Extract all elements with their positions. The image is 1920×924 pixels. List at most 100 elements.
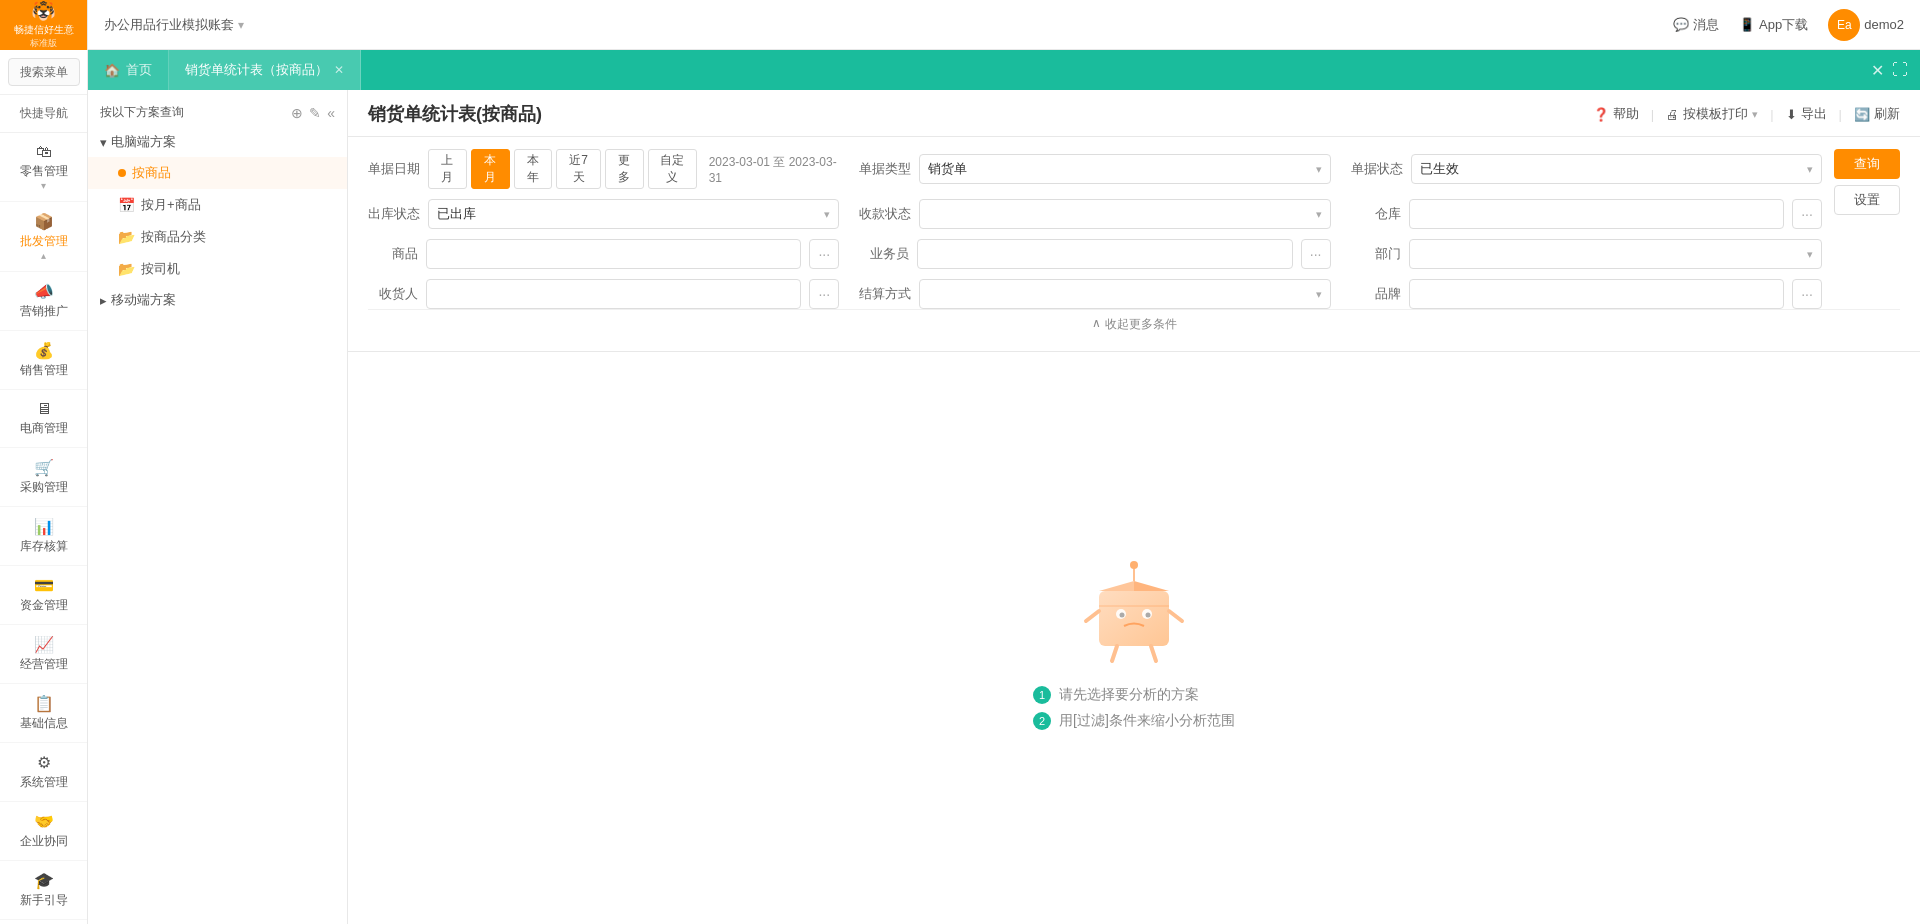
by-cashier-icon: 📂 [118,261,135,277]
receipt-status-select[interactable]: ▾ [919,199,1330,229]
scheme-item-by-cashier[interactable]: 📂 按司机 [88,253,347,285]
date-buttons: 上月 本月 本年 近7天 更多 自定义 [428,149,697,189]
refresh-button[interactable]: 🔄 刷新 [1854,105,1900,123]
topbar-right: 💬 消息 📱 App下载 Ea demo2 [1673,9,1904,41]
message-button[interactable]: 💬 消息 [1673,16,1719,34]
scheme-item-by-product[interactable]: 按商品 [88,157,347,189]
date-btn-custom[interactable]: 自定义 [648,149,697,189]
sidebar-item-finance[interactable]: 💳 资金管理 [0,566,87,625]
sidebar: 🐯 畅捷信好生意 标准版 搜索菜单 快捷导航 🛍 零售管理 ▾ 📦 批发管理 ▴… [0,0,88,924]
out-status-select[interactable]: 已出库 ▾ [428,199,839,229]
recipient-ellipsis[interactable]: ··· [809,279,839,309]
sidebar-item-basic[interactable]: 📋 基础信息 [0,684,87,743]
sep2: | [1770,107,1773,122]
recipient-input[interactable] [426,279,801,309]
sidebar-item-inventory[interactable]: 📊 库存核算 [0,507,87,566]
doc-type-field: 单据类型 销货单 ▾ [859,154,1330,184]
panel-header: 按以下方案查询 ⊕ ✎ « [88,98,347,127]
logo-icon: 🐯 [31,1,56,21]
collapse-label: 收起更多条件 [1105,316,1177,333]
avatar: Ea [1828,9,1860,41]
mobile-group-arrow: ▸ [100,293,107,308]
panel-add-button[interactable]: ⊕ [291,105,303,121]
doc-type-arrow: ▾ [1316,163,1322,176]
wholesale-label: 批发管理 [20,233,68,250]
filter-row-3: 商品 ··· 业务员 ··· [368,239,1822,269]
svg-line-11 [1169,611,1182,621]
print-button[interactable]: 🖨 按模板打印 ▾ [1666,105,1758,123]
sidebar-item-system[interactable]: ⚙ 系统管理 [0,743,87,802]
brand-ellipsis[interactable]: ··· [1792,279,1822,309]
panel-collapse-button[interactable]: « [327,105,335,121]
department-select[interactable]: ▾ [1409,239,1822,269]
tab-sales-stats[interactable]: 销货单统计表（按商品） ✕ [169,50,361,90]
sidebar-item-retail[interactable]: 🛍 零售管理 ▾ [0,133,87,202]
logo-subtext: 标准版 [30,37,57,50]
brand-control: ··· [1409,279,1822,309]
collapse-arrow: ∧ [1092,316,1101,333]
payment-select[interactable]: ▾ [919,279,1330,309]
sidebar-item-ecommerce[interactable]: 🖥 电商管理 [0,390,87,448]
settings-button[interactable]: 设置 [1834,185,1900,215]
sidebar-item-apps[interactable]: 🔲 应用中心 [0,920,87,924]
marketing-icon: 📣 [34,282,54,301]
product-input[interactable] [426,239,801,269]
collapse-row[interactable]: ∧ 收起更多条件 [368,309,1900,339]
brand-label: 品牌 [1351,285,1401,303]
search-menu-button[interactable]: 搜索菜单 [8,58,80,86]
sidebar-item-sales[interactable]: 💰 销售管理 [0,331,87,390]
date-btn-this-month[interactable]: 本月 [471,149,510,189]
doc-status-value: 已生效 [1420,160,1459,178]
doc-status-label: 单据状态 [1351,160,1403,178]
wholesale-expand-arrow: ▴ [41,250,46,261]
home-icon: 🏠 [104,63,120,78]
scheme-group-mobile-header[interactable]: ▸ 移动端方案 [88,285,347,315]
out-status-control: 已出库 ▾ [428,199,839,229]
scheme-item-product-category[interactable]: 📂 按商品分类 [88,221,347,253]
tab-home[interactable]: 🏠 首页 [88,50,169,90]
date-btn-7days[interactable]: 近7天 [556,149,601,189]
date-btn-this-year[interactable]: 本年 [514,149,553,189]
doc-status-select[interactable]: 已生效 ▾ [1411,154,1822,184]
product-control: ··· [426,239,839,269]
sidebar-item-enterprise[interactable]: 🤝 企业协同 [0,802,87,861]
brand-input[interactable] [1409,279,1784,309]
topbar-title-arrow[interactable]: ▾ [238,18,244,32]
warehouse-ellipsis[interactable]: ··· [1792,199,1822,229]
doc-type-select[interactable]: 销货单 ▾ [919,154,1330,184]
tab-maximize-button[interactable]: ⛶ [1892,61,1908,79]
sidebar-item-newbie[interactable]: 🎓 新手引导 [0,861,87,920]
purchase-icon: 🛒 [34,458,54,477]
query-button[interactable]: 查询 [1834,149,1900,179]
salesperson-ellipsis[interactable]: ··· [1301,239,1331,269]
warehouse-input[interactable] [1409,199,1784,229]
date-btn-last-month[interactable]: 上月 [428,149,467,189]
logo-text: 畅捷信好生意 [14,23,74,37]
sidebar-item-wholesale[interactable]: 📦 批发管理 ▴ [0,202,87,272]
by-product-label: 按商品 [132,164,171,182]
mobile-group-label: 移动端方案 [111,291,176,309]
print-label: 按模板打印 [1683,105,1748,123]
date-btn-more[interactable]: 更多 [605,149,644,189]
tab-close-window-button[interactable]: ✕ [1871,61,1884,80]
app-download-button[interactable]: 📱 App下载 [1739,16,1808,34]
sidebar-item-purchase[interactable]: 🛒 采购管理 [0,448,87,507]
pc-group-label: 电脑端方案 [111,133,176,151]
export-button[interactable]: ⬇ 导出 [1786,105,1827,123]
scheme-item-month-product[interactable]: 📅 按月+商品 [88,189,347,221]
tab-close-button[interactable]: ✕ [334,63,344,77]
topbar-title-text: 办公用品行业模拟账套 [104,16,234,34]
help-button[interactable]: ❓ 帮助 [1593,105,1639,123]
filter-fields: 单据日期 上月 本月 本年 近7天 更多 自定义 [368,149,1822,309]
user-profile[interactable]: Ea demo2 [1828,9,1904,41]
sidebar-item-operations[interactable]: 📈 经营管理 [0,625,87,684]
salesperson-input[interactable] [917,239,1292,269]
product-ellipsis[interactable]: ··· [809,239,839,269]
scheme-group-pc-header[interactable]: ▾ 电脑端方案 [88,127,347,157]
receipt-status-control: ▾ [919,199,1330,229]
panel-edit-button[interactable]: ✎ [309,105,321,121]
sidebar-item-marketing[interactable]: 📣 营销推广 [0,272,87,331]
hint-num-2: 2 [1033,712,1051,730]
hint-text-2: 用[过滤]条件来缩小分析范围 [1059,712,1235,730]
svg-marker-1 [1099,581,1134,591]
